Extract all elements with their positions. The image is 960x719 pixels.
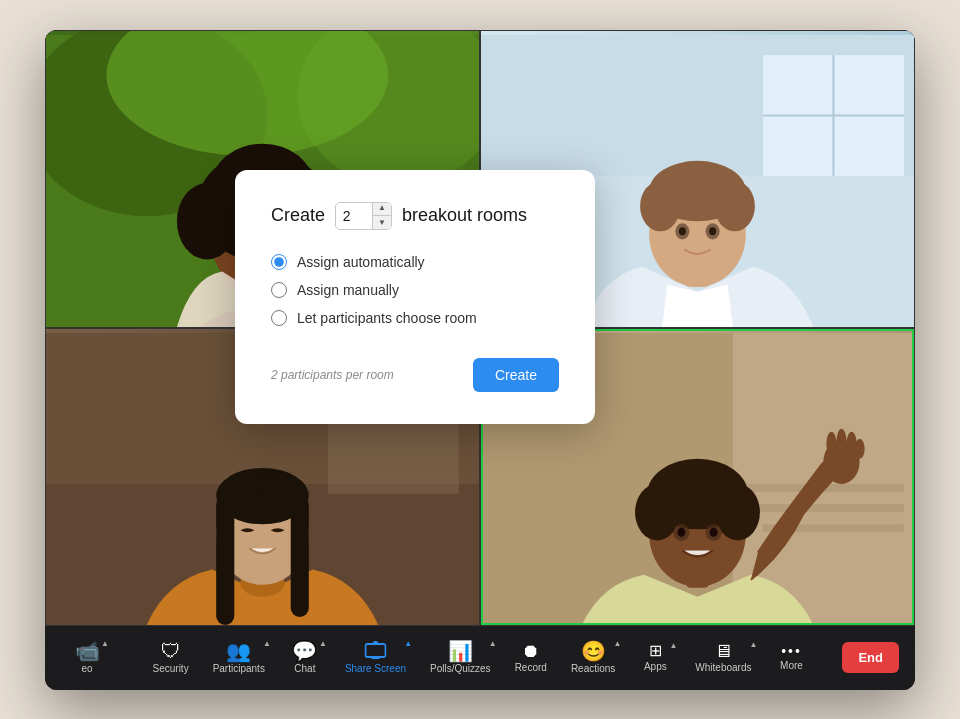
chat-label: Chat <box>294 663 315 674</box>
toolbar-video-btn[interactable]: 📹 eo ▲ <box>61 635 113 680</box>
security-label: Security <box>153 663 189 674</box>
room-count-up[interactable]: ▲ <box>373 202 391 216</box>
room-count-down[interactable]: ▼ <box>373 216 391 230</box>
reactions-icon: 😊 <box>581 641 606 661</box>
toolbar-record-btn[interactable]: ⏺ Record <box>505 636 557 679</box>
more-icon: ••• <box>781 644 802 658</box>
participants-hint: 2 participants per room <box>271 368 394 382</box>
svg-point-54 <box>716 484 760 540</box>
whiteboards-icon: 🖥 <box>714 642 732 660</box>
svg-point-38 <box>232 482 262 502</box>
modal-title: Create ▲ ▼ breakout rooms <box>271 202 559 230</box>
polls-label: Polls/Quizzes <box>430 663 491 674</box>
toolbar-chat-btn[interactable]: 💬 Chat ▲ <box>279 635 331 680</box>
share-chevron: ▲ <box>404 639 412 648</box>
radio-manual[interactable] <box>271 282 287 298</box>
option-self[interactable]: Let participants choose room <box>271 310 559 326</box>
room-count-field[interactable] <box>336 208 372 224</box>
participants-icon: 👥 <box>226 641 251 661</box>
participants-label: Participants <box>213 663 265 674</box>
end-button[interactable]: End <box>842 642 899 673</box>
toolbar-security-btn[interactable]: 🛡 Security <box>143 635 199 680</box>
assignment-options: Assign automatically Assign manually Let… <box>271 254 559 326</box>
toolbar-center: 🛡 Security 👥 Participants ▲ 💬 Chat ▲ <box>143 635 818 680</box>
toolbar-left: 📹 eo ▲ <box>61 635 113 680</box>
svg-point-53 <box>635 484 679 540</box>
create-button[interactable]: Create <box>473 358 559 392</box>
apps-chevron: ▲ <box>669 641 677 650</box>
svg-point-49 <box>855 438 865 458</box>
svg-point-28 <box>709 227 716 235</box>
share-screen-icon <box>364 641 386 661</box>
toolbar-share-btn[interactable]: Share Screen ▲ <box>335 635 416 680</box>
svg-rect-37 <box>291 496 309 617</box>
chevron-icon: ▲ <box>101 639 109 648</box>
share-screen-label: Share Screen <box>345 663 406 674</box>
svg-rect-59 <box>365 644 385 657</box>
breakout-rooms-modal: Create ▲ ▼ breakout rooms Assign automat… <box>235 170 595 424</box>
security-icon: 🛡 <box>161 641 181 661</box>
svg-point-24 <box>715 180 755 230</box>
svg-point-27 <box>679 227 686 235</box>
reactions-label: Reactions <box>571 663 615 674</box>
participants-chevron: ▲ <box>263 639 271 648</box>
toolbar: 📹 eo ▲ 🛡 Security 👥 Participants ▲ 💬 Cha… <box>45 626 915 690</box>
toolbar-right: End <box>842 642 899 673</box>
svg-point-23 <box>640 180 680 230</box>
radio-auto[interactable] <box>271 254 287 270</box>
svg-point-46 <box>826 431 836 455</box>
app-window: Create ▲ ▼ breakout rooms Assign automat… <box>45 30 915 690</box>
whiteboards-chevron: ▲ <box>750 640 758 649</box>
video-icon: 📹 <box>75 641 100 661</box>
polls-icon: 📊 <box>448 641 473 661</box>
record-icon: ⏺ <box>522 642 540 660</box>
toolbar-participants-btn[interactable]: 👥 Participants ▲ <box>203 635 275 680</box>
reactions-chevron: ▲ <box>613 639 621 648</box>
more-label: More <box>780 660 803 671</box>
option-auto[interactable]: Assign automatically <box>271 254 559 270</box>
svg-point-58 <box>710 527 718 536</box>
toolbar-reactions-btn[interactable]: 😊 Reactions ▲ <box>561 635 625 680</box>
modal-footer: 2 participants per room Create <box>271 358 559 392</box>
apps-icon: ⊞ <box>649 643 662 659</box>
svg-point-39 <box>263 482 293 502</box>
svg-rect-43 <box>753 504 904 512</box>
polls-chevron: ▲ <box>489 639 497 648</box>
svg-point-47 <box>836 428 846 454</box>
apps-label: Apps <box>644 661 667 672</box>
whiteboards-label: Whiteboards <box>695 662 751 673</box>
record-label: Record <box>515 662 547 673</box>
toolbar-more-btn[interactable]: ••• More <box>765 638 817 677</box>
room-count-input[interactable]: ▲ ▼ <box>335 202 392 230</box>
option-manual[interactable]: Assign manually <box>271 282 559 298</box>
toolbar-apps-btn[interactable]: ⊞ Apps ▲ <box>629 637 681 678</box>
chat-icon: 💬 <box>292 641 317 661</box>
toolbar-whiteboards-btn[interactable]: 🖥 Whiteboards ▲ <box>685 636 761 679</box>
svg-point-57 <box>677 527 685 536</box>
chat-chevron: ▲ <box>319 639 327 648</box>
toolbar-polls-btn[interactable]: 📊 Polls/Quizzes ▲ <box>420 635 501 680</box>
radio-self[interactable] <box>271 310 287 326</box>
svg-rect-36 <box>216 496 234 625</box>
